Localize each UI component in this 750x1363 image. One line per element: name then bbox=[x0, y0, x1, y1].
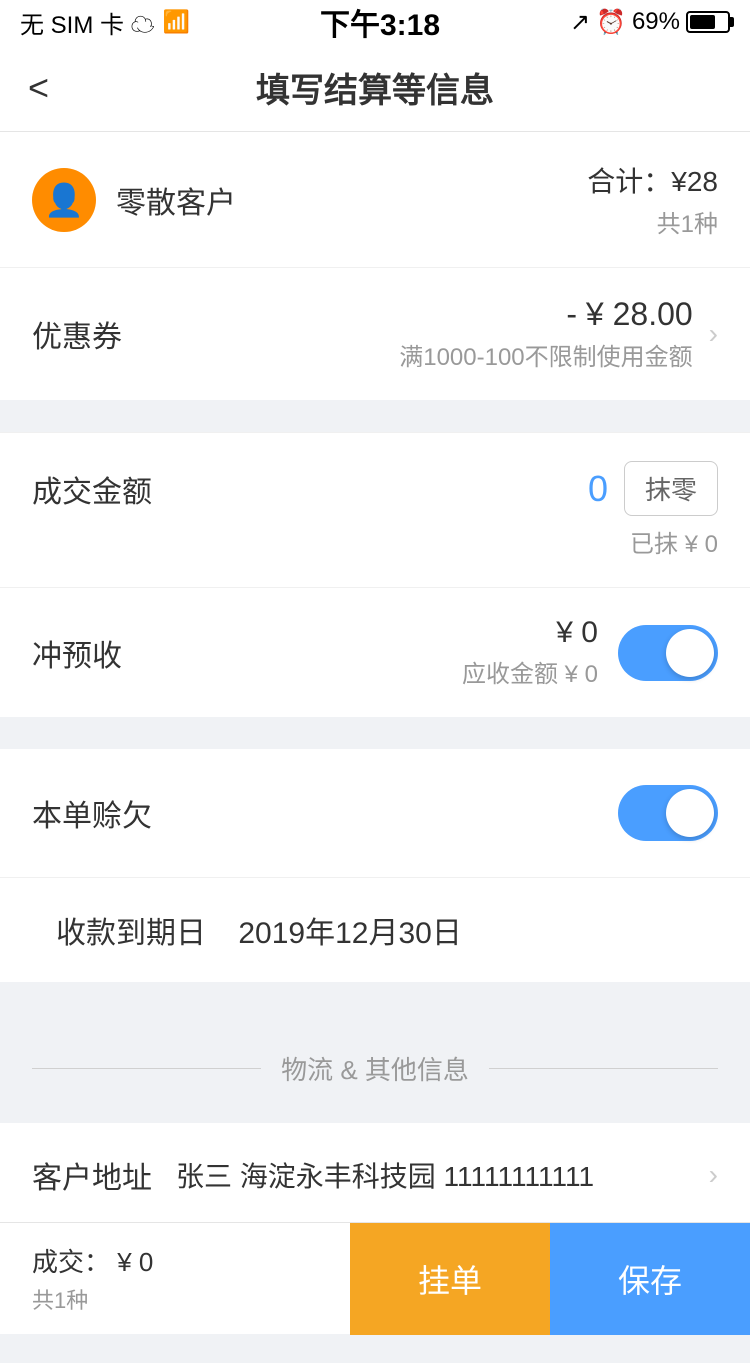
section-divider-2 bbox=[0, 733, 750, 749]
transaction-sub: 已抹 ¥ 0 bbox=[32, 524, 718, 559]
transaction-row: 成交金额 0 抹零 已抹 ¥ 0 bbox=[0, 432, 750, 587]
address-label: 客户地址 bbox=[32, 1153, 152, 1197]
transaction-card: 成交金额 0 抹零 已抹 ¥ 0 冲预收 ¥ 0 应收金额 ¥ 0 bbox=[0, 432, 750, 717]
due-date-value: 2019年12月30日 bbox=[238, 917, 461, 950]
page-title: 填写结算等信息 bbox=[256, 63, 494, 112]
avatar-char: 👤 bbox=[44, 181, 84, 219]
battery-percent: 69% bbox=[632, 8, 680, 36]
section-divider-4 bbox=[0, 1107, 750, 1123]
bottom-info: 成交： ¥ 0 共1种 bbox=[0, 1242, 350, 1315]
coupon-right: - ¥ 28.00 满1000-100不限制使用金额 › bbox=[399, 296, 718, 372]
advance-value-block: ¥ 0 应收金额 ¥ 0 bbox=[462, 616, 598, 689]
section-divider-3 bbox=[0, 998, 750, 1030]
bottom-trade-label: 成交： bbox=[32, 1247, 110, 1277]
total-count: 共1种 bbox=[587, 204, 718, 239]
status-bar: 无 SIM 卡 ☁ 📶 下午3:18 ↗ ⏰ 69% bbox=[0, 0, 750, 44]
advance-amount: ¥ 0 bbox=[462, 616, 598, 650]
total-amount: 合计：¥28 bbox=[587, 160, 718, 200]
address-row[interactable]: 客户地址 张三 海淀永丰科技园 11111111111 › bbox=[0, 1123, 750, 1227]
back-button[interactable]: < bbox=[28, 67, 49, 109]
coupon-desc: 满1000-100不限制使用金额 bbox=[399, 337, 692, 372]
logistics-section: 物流 & 其他信息 bbox=[0, 1030, 750, 1107]
sim-indicator: 无 SIM 卡 ☁ bbox=[20, 5, 155, 40]
coupon-value-block: - ¥ 28.00 满1000-100不限制使用金额 bbox=[399, 296, 692, 372]
coupon-chevron-icon: › bbox=[709, 318, 718, 350]
advance-toggle-knob bbox=[666, 629, 714, 677]
coupon-row[interactable]: 优惠券 - ¥ 28.00 满1000-100不限制使用金额 › bbox=[0, 267, 750, 400]
logistics-label: 物流 & 其他信息 bbox=[261, 1050, 489, 1087]
advance-sub: 应收金额 ¥ 0 bbox=[462, 654, 598, 689]
debt-card: 本单赊欠 收款到期日 2019年12月30日 bbox=[0, 749, 750, 982]
coupon-amount: - ¥ 28.00 bbox=[399, 296, 692, 333]
customer-name: 零散客户 bbox=[116, 178, 236, 222]
advance-label: 冲预收 bbox=[32, 631, 122, 675]
advance-right: ¥ 0 应收金额 ¥ 0 bbox=[462, 616, 718, 689]
nav-bar: < 填写结算等信息 bbox=[0, 44, 750, 132]
debt-label: 本单赊欠 bbox=[32, 791, 152, 835]
bottom-trade: 成交： ¥ 0 bbox=[32, 1242, 318, 1279]
address-chevron-icon: › bbox=[709, 1159, 718, 1191]
transaction-right: 0 抹零 bbox=[568, 461, 718, 516]
transaction-label: 成交金额 bbox=[32, 467, 152, 511]
status-left: 无 SIM 卡 ☁ 📶 bbox=[20, 5, 190, 40]
address-card: 客户地址 张三 海淀永丰科技园 11111111111 › bbox=[0, 1123, 750, 1227]
due-date-row: 收款到期日 2019年12月30日 bbox=[0, 877, 750, 982]
alarm-icon: ⏰ bbox=[596, 8, 626, 37]
pending-button[interactable]: 挂单 bbox=[350, 1223, 550, 1335]
customer-left: 👤 零散客户 bbox=[32, 168, 236, 232]
bottom-bar: 成交： ¥ 0 共1种 挂单 保存 bbox=[0, 1222, 750, 1334]
status-right: ↗ ⏰ 69% bbox=[570, 8, 730, 37]
round-button[interactable]: 抹零 bbox=[624, 461, 718, 516]
transaction-amount-input[interactable]: 0 bbox=[568, 468, 608, 510]
section-divider-1 bbox=[0, 416, 750, 432]
wifi-icon: 📶 bbox=[163, 9, 190, 35]
customer-row: 👤 零散客户 合计：¥28 共1种 bbox=[0, 132, 750, 267]
address-value: 张三 海淀永丰科技园 11111111111 bbox=[176, 1155, 709, 1195]
advance-top: 冲预收 ¥ 0 应收金额 ¥ 0 bbox=[32, 616, 718, 689]
advance-toggle[interactable] bbox=[618, 625, 718, 681]
coupon-label: 优惠券 bbox=[32, 312, 122, 356]
due-date-label: 收款到期日 bbox=[56, 917, 206, 950]
avatar: 👤 bbox=[32, 168, 96, 232]
bottom-trade-value: ¥ 0 bbox=[117, 1247, 153, 1277]
customer-card: 👤 零散客户 合计：¥28 共1种 优惠券 - ¥ 28.00 满1000-10… bbox=[0, 132, 750, 400]
content-area: 👤 零散客户 合计：¥28 共1种 优惠券 - ¥ 28.00 满1000-10… bbox=[0, 132, 750, 1363]
battery-icon bbox=[686, 11, 730, 33]
advance-row: 冲预收 ¥ 0 应收金额 ¥ 0 bbox=[0, 587, 750, 717]
transaction-top: 成交金额 0 抹零 bbox=[32, 461, 718, 516]
debt-toggle-knob bbox=[666, 789, 714, 837]
location-icon: ↗ bbox=[570, 8, 590, 37]
debt-toggle[interactable] bbox=[618, 785, 718, 841]
status-time: 下午3:18 bbox=[320, 0, 440, 44]
customer-right: 合计：¥28 共1种 bbox=[587, 160, 718, 239]
debt-row: 本单赊欠 bbox=[0, 749, 750, 877]
bottom-count: 共1种 bbox=[32, 1283, 318, 1315]
save-button[interactable]: 保存 bbox=[550, 1223, 750, 1335]
